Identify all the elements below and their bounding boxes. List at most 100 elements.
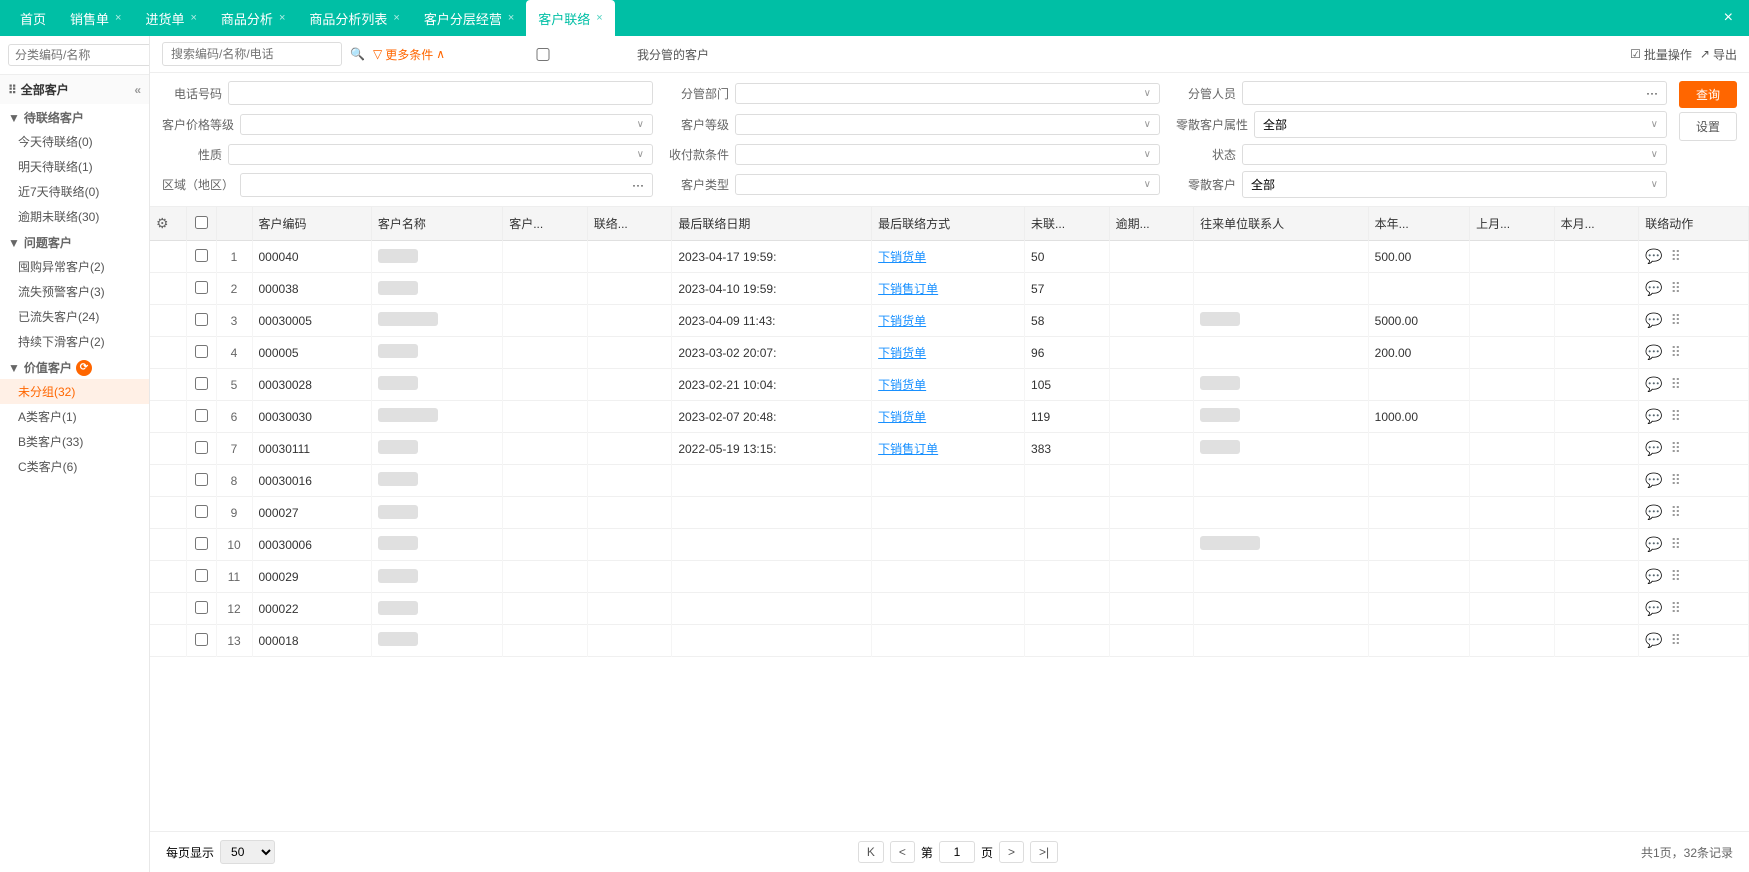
search-button[interactable]: 🔍 <box>350 47 365 61</box>
row-last-method[interactable]: 下销货单 <box>872 305 1025 337</box>
nav-product-analysis[interactable]: 商品分析 × <box>209 0 297 36</box>
nav-customer-contact[interactable]: 客户联络 × <box>526 0 614 36</box>
problem-group-title[interactable]: ▼ 问题客户 <box>0 229 149 254</box>
nav-home[interactable]: 首页 <box>8 0 58 36</box>
row-checkbox[interactable] <box>186 241 216 273</box>
row-checkbox[interactable] <box>186 625 216 657</box>
sidebar-item-7days[interactable]: 近7天待联络(0) <box>0 179 149 204</box>
next-page-button[interactable]: > <box>999 841 1024 863</box>
this-month-col-header[interactable]: 本月... <box>1554 207 1639 241</box>
message-icon[interactable]: 💬 <box>1645 472 1662 489</box>
more-icon[interactable]: ⠿ <box>1671 344 1681 361</box>
message-icon[interactable]: 💬 <box>1645 504 1662 521</box>
category-search-input[interactable] <box>8 44 150 66</box>
row-checkbox[interactable] <box>186 465 216 497</box>
row-checkbox[interactable] <box>186 529 216 561</box>
sidebar-item-warning[interactable]: 流失预警客户(3) <box>0 279 149 304</box>
last-page-button[interactable]: >| <box>1030 841 1058 863</box>
select-all-checkbox[interactable] <box>195 216 208 229</box>
reset-button[interactable]: 设置 <box>1679 112 1737 141</box>
price-level-select[interactable]: ∨ <box>240 114 653 135</box>
row-last-method[interactable]: 下销货单 <box>872 401 1025 433</box>
search-input[interactable] <box>162 42 342 66</box>
this-year-col-header[interactable]: 本年... <box>1368 207 1469 241</box>
type-col-header[interactable]: 客户... <box>503 207 588 241</box>
more-icon[interactable]: ⠿ <box>1671 312 1681 329</box>
more-icon[interactable]: ⠿ <box>1671 536 1681 553</box>
manager-input[interactable]: ··· <box>1242 81 1667 105</box>
more-icon[interactable]: ⠿ <box>1671 376 1681 393</box>
more-conditions-button[interactable]: ▽ 更多条件 ∧ <box>373 46 445 63</box>
close-all-button[interactable]: × <box>1716 9 1741 27</box>
message-icon[interactable]: 💬 <box>1645 568 1662 585</box>
page-number-input[interactable] <box>939 841 975 863</box>
retail-customer-select[interactable]: 全部 ∨ <box>1242 171 1667 198</box>
no-contact-col-header[interactable]: 未联... <box>1025 207 1110 241</box>
message-icon[interactable]: 💬 <box>1645 344 1662 361</box>
sidebar-item-tomorrow[interactable]: 明天待联络(1) <box>0 154 149 179</box>
last-contact-date-col-header[interactable]: 最后联络日期 <box>672 207 872 241</box>
customer-level-select[interactable]: ∨ <box>735 114 1160 135</box>
export-button[interactable]: ↗ 导出 <box>1700 46 1737 63</box>
more-icon[interactable]: ⠿ <box>1671 472 1681 489</box>
batch-op-button[interactable]: ☑ 批量操作 <box>1630 46 1692 63</box>
nature-select[interactable]: ∨ <box>228 144 653 165</box>
my-customers-checkbox[interactable] <box>453 48 633 61</box>
query-button[interactable]: 查询 <box>1679 81 1737 108</box>
sidebar-item-declining[interactable]: 持续下滑客户(2) <box>0 329 149 354</box>
nav-product-analysis-list[interactable]: 商品分析列表 × <box>297 0 411 36</box>
sidebar-item-today[interactable]: 今天待联络(0) <box>0 129 149 154</box>
row-last-method[interactable]: 下销货单 <box>872 337 1025 369</box>
nav-purchase[interactable]: 进货单 × <box>133 0 208 36</box>
row-last-method[interactable]: 下销售订单 <box>872 433 1025 465</box>
score-group-title[interactable]: ▼ 价值客户 ⟳ <box>0 354 149 379</box>
row-checkbox[interactable] <box>186 305 216 337</box>
refresh-badge[interactable]: ⟳ <box>76 360 92 376</box>
last-contact-method-col-header[interactable]: 最后联络方式 <box>872 207 1025 241</box>
pending-group-title[interactable]: ▼ 待联络客户 <box>0 104 149 129</box>
status-select[interactable]: ∨ <box>1242 144 1667 165</box>
close-icon[interactable]: × <box>279 12 285 24</box>
row-checkbox[interactable] <box>186 401 216 433</box>
row-checkbox[interactable] <box>186 273 216 305</box>
dept-select[interactable]: ∨ <box>735 83 1160 104</box>
row-last-method[interactable]: 下销售订单 <box>872 273 1025 305</box>
row-checkbox[interactable] <box>186 497 216 529</box>
overdue-col-header[interactable]: 逾期... <box>1109 207 1194 241</box>
settings-col-header[interactable]: ⚙ <box>150 207 186 241</box>
row-last-method[interactable]: 下销货单 <box>872 241 1025 273</box>
more-icon[interactable]: ⠿ <box>1671 504 1681 521</box>
more-icon[interactable]: ⠿ <box>1671 568 1681 585</box>
message-icon[interactable]: 💬 <box>1645 600 1662 617</box>
message-icon[interactable]: 💬 <box>1645 280 1662 297</box>
more-icon[interactable]: ⠿ <box>1671 440 1681 457</box>
first-page-button[interactable]: K <box>858 841 884 863</box>
payment-select[interactable]: ∨ <box>735 144 1160 165</box>
code-col-header[interactable]: 客户编码 <box>252 207 371 241</box>
more-icon[interactable]: ⠿ <box>1671 632 1681 649</box>
row-checkbox[interactable] <box>186 337 216 369</box>
unit-contact-col-header[interactable]: 往来单位联系人 <box>1194 207 1368 241</box>
checkbox-col-header[interactable] <box>186 207 216 241</box>
name-col-header[interactable]: 客户名称 <box>371 207 502 241</box>
more-icon[interactable]: ⠿ <box>1671 600 1681 617</box>
page-size-select[interactable]: 20 50 100 <box>220 840 275 864</box>
close-icon[interactable]: × <box>115 12 121 24</box>
my-customers-checkbox-label[interactable]: 我分管的客户 <box>453 46 709 63</box>
message-icon[interactable]: 💬 <box>1645 312 1662 329</box>
row-checkbox[interactable] <box>186 433 216 465</box>
all-customers-header[interactable]: ⠿ 全部客户 « <box>0 75 149 104</box>
sidebar-item-abnormal[interactable]: 囤购异常客户(2) <box>0 254 149 279</box>
close-icon[interactable]: × <box>190 12 196 24</box>
row-checkbox[interactable] <box>186 561 216 593</box>
message-icon[interactable]: 💬 <box>1645 536 1662 553</box>
contact-col-header[interactable]: 联络... <box>587 207 672 241</box>
message-icon[interactable]: 💬 <box>1645 248 1662 265</box>
retail-attr-select[interactable]: 全部 ∨ <box>1254 111 1667 138</box>
region-input[interactable]: ··· <box>240 173 653 197</box>
nav-sales[interactable]: 销售单 × <box>58 0 133 36</box>
message-icon[interactable]: 💬 <box>1645 632 1662 649</box>
nav-customer-segment[interactable]: 客户分层经营 × <box>412 0 526 36</box>
row-checkbox[interactable] <box>186 593 216 625</box>
customer-type-select[interactable]: ∨ <box>735 174 1160 195</box>
